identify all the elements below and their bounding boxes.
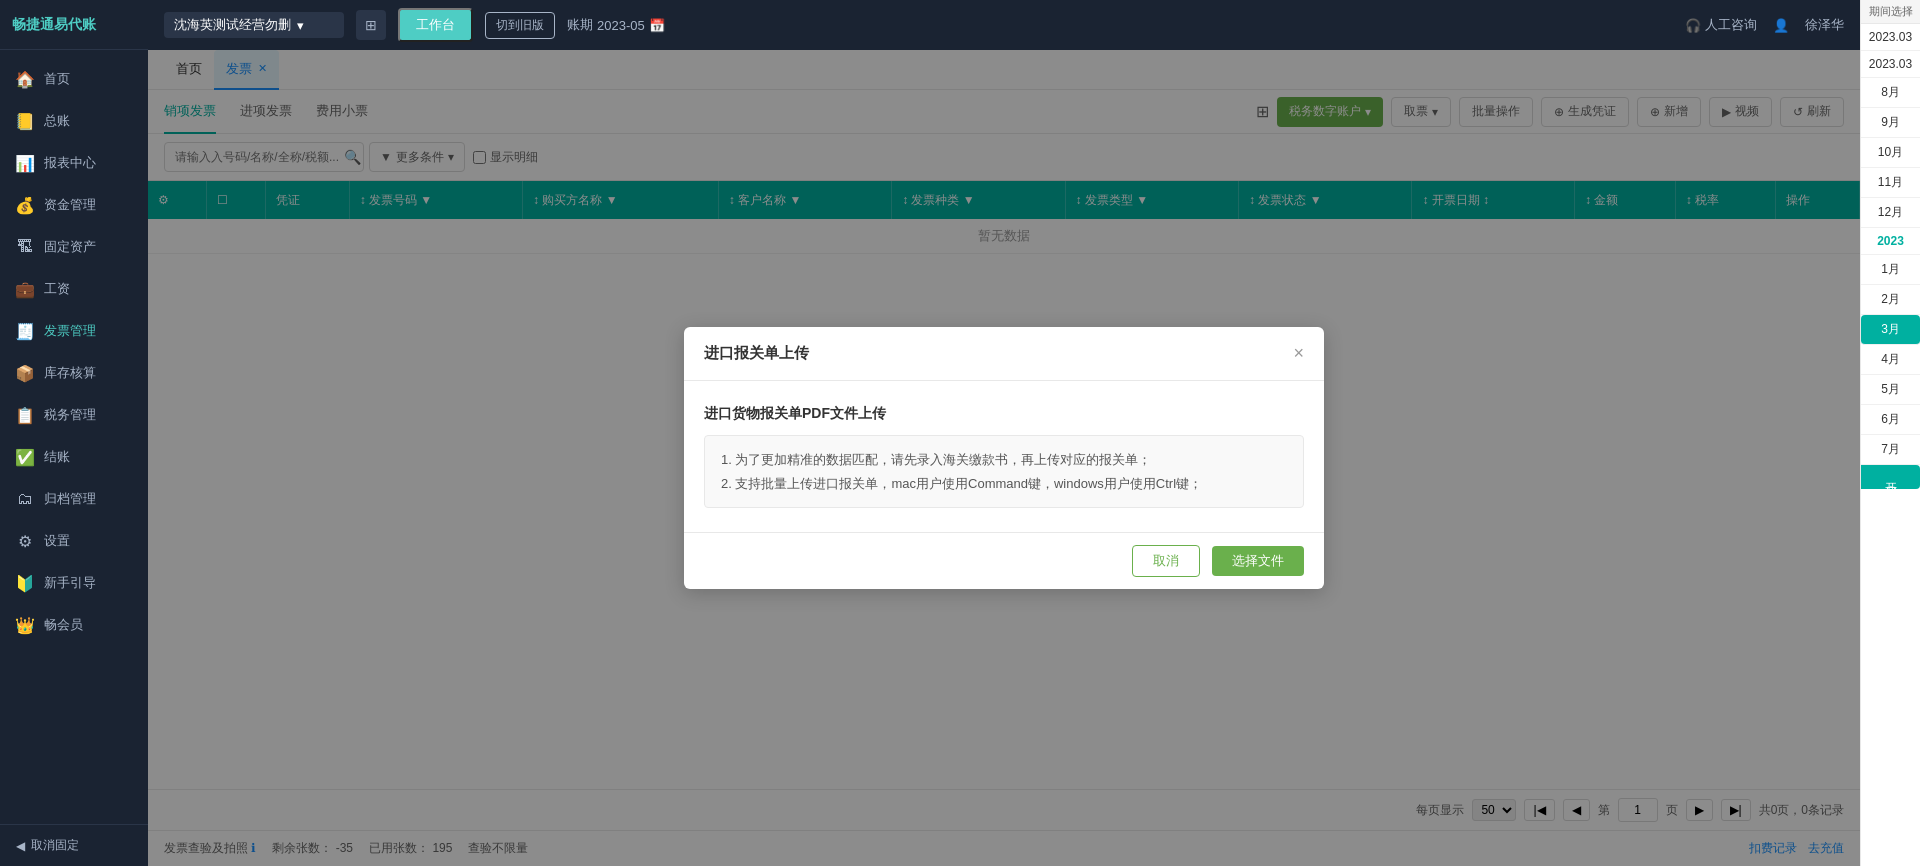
headset-icon: 🎧 bbox=[1685, 18, 1701, 33]
period-panel: 期间选择 2023.03 2023.03 8月 9月 10月 11月 12月 2… bbox=[1860, 0, 1920, 866]
ledger-icon: 📒 bbox=[16, 112, 34, 130]
period-item-4[interactable]: 4月 bbox=[1861, 345, 1920, 375]
period-item-3[interactable]: 3月 bbox=[1861, 315, 1920, 345]
sidebar-item-label: 设置 bbox=[44, 532, 70, 550]
sidebar-item-label: 固定资产 bbox=[44, 238, 96, 256]
company-selector[interactable]: 沈海英测试经营勿删 ▾ bbox=[164, 12, 344, 38]
period-item-6[interactable]: 6月 bbox=[1861, 405, 1920, 435]
period-item-11[interactable]: 11月 bbox=[1861, 168, 1920, 198]
modal-info-item-2: 2. 支持批量上传进口报关单，mac用户使用Command键，windows用户… bbox=[721, 472, 1287, 495]
period-item-2023-03-b[interactable]: 2023.03 bbox=[1861, 51, 1920, 78]
company-action-btn[interactable]: ⊞ bbox=[356, 10, 386, 40]
sidebar-item-settle[interactable]: ✅ 结账 bbox=[0, 436, 148, 478]
modal-header: 进口报关单上传 × bbox=[684, 327, 1324, 381]
period-item-2023-03-top[interactable]: 2023.03 bbox=[1861, 24, 1920, 51]
sidebar-footer[interactable]: ◀ 取消固定 bbox=[0, 824, 148, 866]
content-area: 首页 发票 ✕ 销项发票 进项发票 费用小票 ⊞ 税务数字账户 ▾ bbox=[148, 50, 1860, 866]
period-item-7[interactable]: 7月 bbox=[1861, 435, 1920, 465]
sidebar-item-settings[interactable]: ⚙ 设置 bbox=[0, 520, 148, 562]
sidebar: 畅捷通易代账 🏠 首页 📒 总账 📊 报表中心 💰 资金管理 🏗 固定资产 💼 工资 🧾 发票管理 📦 库存核… bbox=[0, 0, 148, 866]
period-item-9[interactable]: 9月 bbox=[1861, 108, 1920, 138]
app-logo: 畅捷通易代账 bbox=[12, 16, 96, 34]
modal-section-title: 进口货物报关单PDF文件上传 bbox=[704, 405, 1304, 423]
modal-confirm-btn[interactable]: 选择文件 bbox=[1212, 546, 1304, 576]
home-icon: 🏠 bbox=[16, 70, 34, 88]
period-display: 账期 2023-05 📅 bbox=[567, 16, 665, 34]
sidebar-item-home[interactable]: 🏠 首页 bbox=[0, 58, 148, 100]
invoice-icon: 🧾 bbox=[16, 322, 34, 340]
sidebar-nav: 🏠 首页 📒 总账 📊 报表中心 💰 资金管理 🏗 固定资产 💼 工资 🧾 发票管理 📦 库存核算 📋 税务管理 ✅… bbox=[0, 50, 148, 824]
sidebar-item-label: 新手引导 bbox=[44, 574, 96, 592]
sidebar-logo: 畅捷通易代账 bbox=[0, 0, 148, 50]
sidebar-item-salary[interactable]: 💼 工资 bbox=[0, 268, 148, 310]
sidebar-item-invoice[interactable]: 🧾 发票管理 bbox=[0, 310, 148, 352]
sidebar-item-label: 发票管理 bbox=[44, 322, 96, 340]
topbar: 沈海英测试经营勿删 ▾ ⊞ 工作台 切到旧版 账期 2023-05 📅 🎧 人工… bbox=[148, 0, 1860, 50]
modal-body: 进口货物报关单PDF文件上传 1. 为了更加精准的数据匹配，请先录入海关缴款书，… bbox=[684, 381, 1324, 532]
sidebar-item-label: 报表中心 bbox=[44, 154, 96, 172]
calendar-icon[interactable]: 📅 bbox=[649, 18, 665, 33]
report-icon: 📊 bbox=[16, 154, 34, 172]
sidebar-item-label: 工资 bbox=[44, 280, 70, 298]
modal-title: 进口报关单上传 bbox=[704, 344, 809, 363]
sidebar-item-guide[interactable]: 🔰 新手引导 bbox=[0, 562, 148, 604]
period-item-2[interactable]: 2月 bbox=[1861, 285, 1920, 315]
modal-footer: 取消 选择文件 bbox=[684, 532, 1324, 589]
modal-overlay: 进口报关单上传 × 进口货物报关单PDF文件上传 1. 为了更加精准的数据匹配，… bbox=[148, 50, 1860, 866]
archive-icon: 🗂 bbox=[16, 490, 34, 508]
period-item-5[interactable]: 5月 bbox=[1861, 375, 1920, 405]
settings-icon: ⚙ bbox=[16, 532, 34, 550]
tax-icon: 📋 bbox=[16, 406, 34, 424]
topbar-right: 🎧 人工咨询 👤 徐泽华 bbox=[1685, 16, 1844, 34]
modal-info-item-1: 1. 为了更加精准的数据匹配，请先录入海关缴款书，再上传对应的报关单； bbox=[721, 448, 1287, 471]
open-period-btn[interactable]: 开启日期 bbox=[1861, 465, 1920, 489]
period-header: 期间选择 bbox=[1861, 0, 1920, 24]
user-avatar: 👤 bbox=[1773, 18, 1789, 33]
sidebar-item-fixed[interactable]: 🏗 固定资产 bbox=[0, 226, 148, 268]
period-item-1[interactable]: 1月 bbox=[1861, 255, 1920, 285]
period-item-10[interactable]: 10月 bbox=[1861, 138, 1920, 168]
sidebar-item-ledger[interactable]: 📒 总账 bbox=[0, 100, 148, 142]
support-btn[interactable]: 🎧 人工咨询 bbox=[1685, 16, 1757, 34]
sidebar-item-label: 总账 bbox=[44, 112, 70, 130]
sidebar-item-label: 结账 bbox=[44, 448, 70, 466]
salary-icon: 💼 bbox=[16, 280, 34, 298]
old-version-btn[interactable]: 切到旧版 bbox=[485, 12, 555, 39]
sidebar-item-label: 税务管理 bbox=[44, 406, 96, 424]
period-item-2023[interactable]: 2023 bbox=[1861, 228, 1920, 255]
sidebar-item-report[interactable]: 📊 报表中心 bbox=[0, 142, 148, 184]
settle-icon: ✅ bbox=[16, 448, 34, 466]
modal-close-btn[interactable]: × bbox=[1293, 343, 1304, 364]
period-item-12[interactable]: 12月 bbox=[1861, 198, 1920, 228]
member-icon: 👑 bbox=[16, 616, 34, 634]
period-item-8[interactable]: 8月 bbox=[1861, 78, 1920, 108]
sidebar-item-label: 库存核算 bbox=[44, 364, 96, 382]
modal-info-box: 1. 为了更加精准的数据匹配，请先录入海关缴款书，再上传对应的报关单； 2. 支… bbox=[704, 435, 1304, 508]
sidebar-item-fund[interactable]: 💰 资金管理 bbox=[0, 184, 148, 226]
import-customs-modal: 进口报关单上传 × 进口货物报关单PDF文件上传 1. 为了更加精准的数据匹配，… bbox=[684, 327, 1324, 589]
fund-icon: 💰 bbox=[16, 196, 34, 214]
sidebar-item-member[interactable]: 👑 畅会员 bbox=[0, 604, 148, 646]
sidebar-item-label: 归档管理 bbox=[44, 490, 96, 508]
sidebar-item-archive[interactable]: 🗂 归档管理 bbox=[0, 478, 148, 520]
sidebar-item-tax[interactable]: 📋 税务管理 bbox=[0, 394, 148, 436]
sidebar-item-inventory[interactable]: 📦 库存核算 bbox=[0, 352, 148, 394]
fixed-icon: 🏗 bbox=[16, 238, 34, 256]
sidebar-item-label: 资金管理 bbox=[44, 196, 96, 214]
main-area: 沈海英测试经营勿删 ▾ ⊞ 工作台 切到旧版 账期 2023-05 📅 🎧 人工… bbox=[148, 0, 1860, 866]
workspace-btn[interactable]: 工作台 bbox=[398, 8, 473, 42]
chevron-down-icon: ▾ bbox=[297, 18, 304, 33]
sidebar-item-label: 首页 bbox=[44, 70, 70, 88]
user-name: 徐泽华 bbox=[1805, 16, 1844, 34]
guide-icon: 🔰 bbox=[16, 574, 34, 592]
sidebar-item-label: 畅会员 bbox=[44, 616, 83, 634]
modal-cancel-btn[interactable]: 取消 bbox=[1132, 545, 1200, 577]
inventory-icon: 📦 bbox=[16, 364, 34, 382]
